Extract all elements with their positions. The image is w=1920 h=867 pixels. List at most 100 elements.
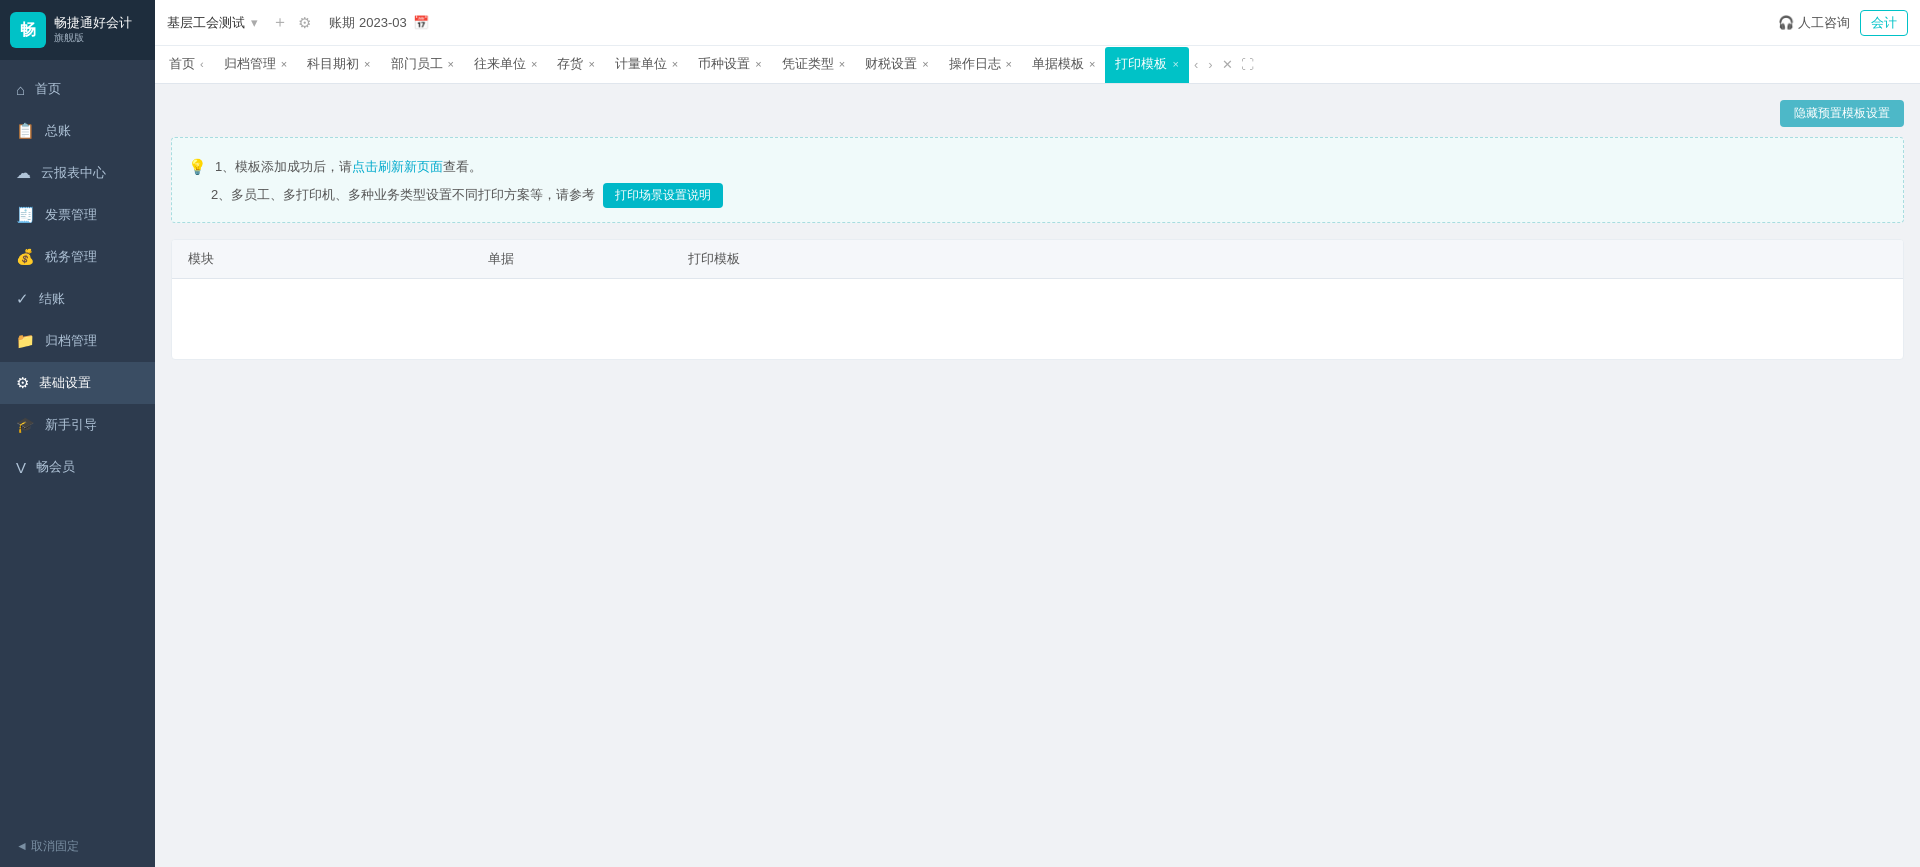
nav-icon-member: V <box>16 459 26 476</box>
print-template-table: 模块 单据 打印模板 <box>171 239 1904 360</box>
table-body <box>172 279 1903 359</box>
col-receipt-header: 单据 <box>488 250 688 268</box>
logo-sub: 旗舰版 <box>54 31 132 45</box>
sidebar-logo: 畅 畅捷通好会计 旗舰版 <box>0 0 155 60</box>
tab-dept[interactable]: 部门员工× <box>381 47 464 83</box>
tab-label-contact: 往来单位 <box>474 55 526 73</box>
tab-close-archive[interactable]: × <box>281 58 287 70</box>
tab-label-voucher: 凭证类型 <box>782 55 834 73</box>
tab-close-unit[interactable]: × <box>672 58 678 70</box>
tab-label-currency: 币种设置 <box>698 55 750 73</box>
tab-taxsettings[interactable]: 财税设置 × <box>855 47 938 83</box>
tab-stock[interactable]: 存货× <box>547 47 604 83</box>
nav-icon-checkout: ✓ <box>16 290 29 308</box>
info-tip1-suffix: 查看。 <box>443 154 482 180</box>
tab-close-taxsettings[interactable]: × <box>922 58 928 70</box>
tab-currency[interactable]: 币种设置 × <box>688 47 771 83</box>
sidebar-item-tax[interactable]: 💰 税务管理 <box>0 236 155 278</box>
tab-label-archive: 归档管理 <box>224 55 276 73</box>
service-label: 人工咨询 <box>1798 14 1850 32</box>
tab-oplog[interactable]: 操作日志× <box>939 47 1022 83</box>
tab-subject[interactable]: 科目期初 × <box>297 47 380 83</box>
refresh-link[interactable]: 点击刷新新页面 <box>352 154 443 180</box>
tab-label-taxsettings: 财税设置 <box>865 55 917 73</box>
tab-close-oplog[interactable]: × <box>1006 58 1012 70</box>
tab-next-button[interactable]: › <box>1203 53 1217 76</box>
sidebar-item-home[interactable]: ⌂ 首页 <box>0 68 155 110</box>
tab-archive[interactable]: 归档管理 × <box>214 47 297 83</box>
hide-preview-button[interactable]: 隐藏预置模板设置 <box>1780 100 1904 127</box>
tab-label-receipt: 单据模板 <box>1032 55 1084 73</box>
customer-service-button[interactable]: 🎧 人工咨询 <box>1778 14 1850 32</box>
tab-close-dept[interactable]: × <box>448 58 454 70</box>
topbar-gear-icon[interactable]: ⚙ <box>298 14 311 32</box>
tab-home[interactable]: 首页‹ <box>159 47 214 83</box>
sidebar-nav: ⌂ 首页 📋 总账 ☁ 云报表中心 🧾 发票管理 💰 税务管理 ✓结账 📁 归档管理 ⚙基础设置 🎓 新手引导… <box>0 60 155 826</box>
tab-unit[interactable]: 计量单位 × <box>605 47 688 83</box>
tab-label-print: 打印模板 <box>1115 55 1167 73</box>
tab-close-subject[interactable]: × <box>364 58 370 70</box>
nav-icon-guide: 🎓 <box>16 416 35 434</box>
headphone-icon: 🎧 <box>1778 15 1794 30</box>
sidebar-item-guide[interactable]: 🎓 新手引导 <box>0 404 155 446</box>
sidebar-item-settings[interactable]: ⚙基础设置 <box>0 362 155 404</box>
company-dropdown-icon[interactable]: ▾ <box>251 15 258 30</box>
company-selector[interactable]: 基层工会测试 ▾ <box>167 14 258 32</box>
tabbar-nav: ‹ › ✕ ⛶ <box>1189 53 1258 76</box>
sidebar-item-checkout[interactable]: ✓结账 <box>0 278 155 320</box>
nav-label-guide: 新手引导 <box>45 416 97 434</box>
content-area: 隐藏预置模板设置 💡 1、模板添加成功后，请 点击刷新新页面 查看。 2、多员工… <box>155 84 1920 867</box>
period-selector: 账期 2023-03 📅 <box>329 14 429 32</box>
nav-icon-tax: 💰 <box>16 248 35 266</box>
tab-close-contact[interactable]: × <box>531 58 537 70</box>
sidebar-unpin-button[interactable]: ◄ 取消固定 <box>0 826 155 867</box>
tab-close-stock[interactable]: × <box>588 58 594 70</box>
nav-label-home: 首页 <box>35 80 61 98</box>
tab-receipt[interactable]: 单据模板 × <box>1022 47 1105 83</box>
sidebar-item-archive[interactable]: 📁 归档管理 <box>0 320 155 362</box>
info-row-2: 2、多员工、多打印机、多种业务类型设置不同打印方案等，请参考 打印场景设置说明 <box>188 182 1887 208</box>
hide-preview-container: 隐藏预置模板设置 <box>171 100 1904 127</box>
nav-label-invoice: 发票管理 <box>45 206 97 224</box>
sidebar-item-reports[interactable]: ☁ 云报表中心 <box>0 152 155 194</box>
tab-close-receipt[interactable]: × <box>1089 58 1095 70</box>
tab-label-subject: 科目期初 <box>307 55 359 73</box>
tab-label-unit: 计量单位 <box>615 55 667 73</box>
nav-icon-invoice: 🧾 <box>16 206 35 224</box>
fullscreen-button[interactable]: ⛶ <box>1237 53 1258 76</box>
sidebar-item-ledger[interactable]: 📋 总账 <box>0 110 155 152</box>
print-scene-button[interactable]: 打印场景设置说明 <box>603 183 723 208</box>
nav-label-reports: 云报表中心 <box>41 164 106 182</box>
col-module-header: 模块 <box>188 250 488 268</box>
home-nav-icon: ‹ <box>200 58 204 70</box>
nav-icon-reports: ☁ <box>16 164 31 182</box>
nav-label-archive: 归档管理 <box>45 332 97 350</box>
close-all-tabs-button[interactable]: ✕ <box>1218 53 1237 76</box>
company-name: 基层工会测试 <box>167 14 245 32</box>
tab-contact[interactable]: 往来单位 × <box>464 47 547 83</box>
add-tab-button[interactable]: ＋ <box>272 12 288 33</box>
period-label: 账期 <box>329 14 355 32</box>
topbar-right: 🎧 人工咨询 会计 <box>1778 10 1908 36</box>
logo-name: 畅捷通好会计 <box>54 15 132 32</box>
accountant-button[interactable]: 会计 <box>1860 10 1908 36</box>
topbar: 基层工会测试 ▾ ＋ ⚙ 账期 2023-03 📅 🎧 人工咨询 会计 <box>155 0 1920 46</box>
col-template-header: 打印模板 <box>688 250 1887 268</box>
tab-voucher[interactable]: 凭证类型 × <box>772 47 855 83</box>
sidebar-item-invoice[interactable]: 🧾 发票管理 <box>0 194 155 236</box>
tab-close-voucher[interactable]: × <box>839 58 845 70</box>
nav-icon-home: ⌂ <box>16 81 25 98</box>
tab-close-currency[interactable]: × <box>755 58 761 70</box>
tab-close-print[interactable]: × <box>1172 58 1178 70</box>
sidebar-item-member[interactable]: V畅会员 <box>0 446 155 488</box>
nav-label-settings: 基础设置 <box>39 374 91 392</box>
period-calendar-icon[interactable]: 📅 <box>413 15 429 30</box>
nav-icon-ledger: 📋 <box>16 122 35 140</box>
info-tip2-prefix: 2、多员工、多打印机、多种业务类型设置不同打印方案等，请参考 <box>211 182 595 208</box>
nav-icon-archive: 📁 <box>16 332 35 350</box>
table-header: 模块 单据 打印模板 <box>172 240 1903 279</box>
tab-prev-button[interactable]: ‹ <box>1189 53 1203 76</box>
nav-label-tax: 税务管理 <box>45 248 97 266</box>
nav-label-ledger: 总账 <box>45 122 71 140</box>
tab-print[interactable]: 打印模板 × <box>1105 47 1188 83</box>
